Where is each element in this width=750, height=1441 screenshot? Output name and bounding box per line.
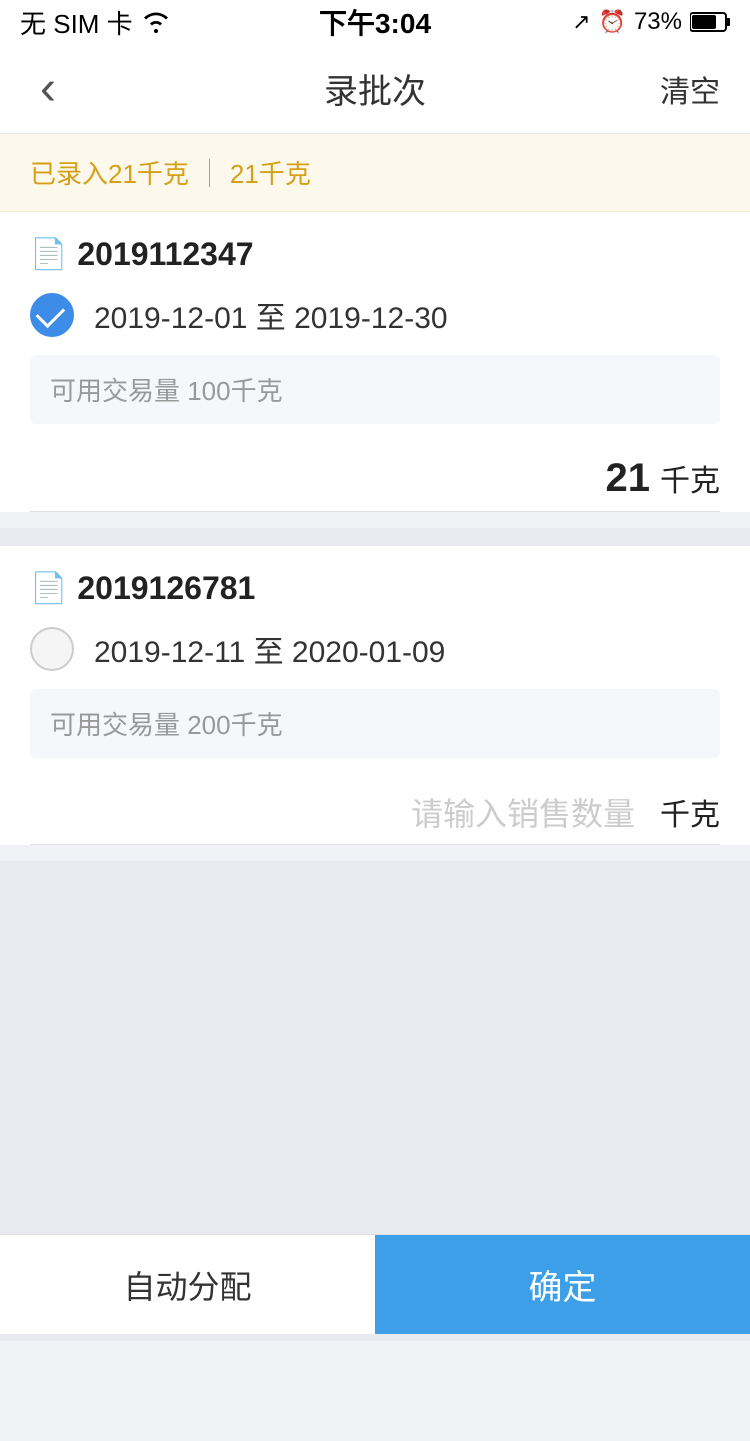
status-time: 下午3:04 bbox=[319, 2, 431, 42]
batch-icon-2: 📄 bbox=[30, 571, 67, 606]
batch-card-1: 📄 2019112347 2019-12-01 至 2019-12-30 可用交… bbox=[0, 212, 750, 512]
batch-icon-1: 📄 bbox=[30, 237, 67, 272]
amount-input-container-2[interactable]: 千克 bbox=[0, 774, 750, 844]
nav-bar: ‹ 录批次 清空 bbox=[0, 44, 750, 134]
wifi-icon bbox=[141, 11, 171, 33]
batch-avail-text-2: 可用交易量 200千克 bbox=[50, 710, 283, 740]
alarm-icon: ⏰ bbox=[599, 9, 626, 35]
recorded-amount: 已录入21千克 bbox=[30, 154, 189, 191]
location-icon: ↗ bbox=[572, 9, 590, 35]
page-title: 录批次 bbox=[324, 64, 426, 113]
radio-button-1[interactable] bbox=[30, 293, 74, 337]
amount-input-2[interactable] bbox=[230, 796, 650, 833]
batch-id-1: 2019112347 bbox=[77, 236, 253, 273]
status-indicators: ↗ ⏰ 73% bbox=[572, 8, 730, 36]
batch-avail-text-1: 可用交易量 100千克 bbox=[50, 376, 283, 406]
battery-icon bbox=[690, 11, 730, 33]
status-carrier: 无 SIM 卡 bbox=[20, 4, 171, 41]
batch-avail-2: 可用交易量 200千克 bbox=[30, 689, 720, 758]
back-button[interactable]: ‹ bbox=[30, 51, 66, 126]
confirm-label: 确定 bbox=[529, 1260, 597, 1309]
batch-card-2: 📄 2019126781 2019-12-11 至 2020-01-09 可用交… bbox=[0, 546, 750, 845]
batch-row-1[interactable]: 2019-12-01 至 2019-12-30 bbox=[0, 283, 750, 347]
batch-id-2: 2019126781 bbox=[77, 570, 255, 607]
total-amount: 21千克 bbox=[230, 154, 311, 191]
amount-row-1: 21 千克 bbox=[0, 440, 750, 511]
batch-date-2: 2019-12-11 至 2020-01-09 bbox=[94, 627, 445, 671]
amount-unit-1: 千克 bbox=[660, 456, 720, 500]
batch-header-1: 📄 2019112347 bbox=[0, 212, 750, 283]
batch-avail-1: 可用交易量 100千克 bbox=[30, 355, 720, 424]
banner-divider bbox=[209, 159, 210, 187]
batch-header-2: 📄 2019126781 bbox=[0, 546, 750, 617]
info-banner: 已录入21千克 21千克 bbox=[0, 134, 750, 212]
clear-button[interactable]: 清空 bbox=[660, 67, 720, 111]
content-area: 📄 2019112347 2019-12-01 至 2019-12-30 可用交… bbox=[0, 212, 750, 1341]
card-separator-1 bbox=[0, 528, 750, 546]
divider-1 bbox=[30, 511, 720, 512]
bottom-bar: 自动分配 确定 bbox=[0, 1234, 750, 1334]
amount-unit-2: 千克 bbox=[660, 790, 720, 834]
battery-text: 73% bbox=[634, 8, 682, 36]
status-bar: 无 SIM 卡 下午3:04 ↗ ⏰ 73% bbox=[0, 0, 750, 44]
divider-2 bbox=[30, 844, 720, 845]
carrier-text: 无 SIM 卡 bbox=[20, 4, 133, 41]
batch-date-1: 2019-12-01 至 2019-12-30 bbox=[94, 293, 448, 337]
auto-distribute-button[interactable]: 自动分配 bbox=[0, 1235, 375, 1334]
batch-row-2[interactable]: 2019-12-11 至 2020-01-09 bbox=[0, 617, 750, 681]
amount-value-1: 21 bbox=[606, 456, 651, 501]
radio-button-2[interactable] bbox=[30, 627, 74, 671]
auto-distribute-label: 自动分配 bbox=[123, 1262, 251, 1308]
bottom-spacer bbox=[0, 1341, 750, 1441]
confirm-button[interactable]: 确定 bbox=[375, 1235, 750, 1334]
